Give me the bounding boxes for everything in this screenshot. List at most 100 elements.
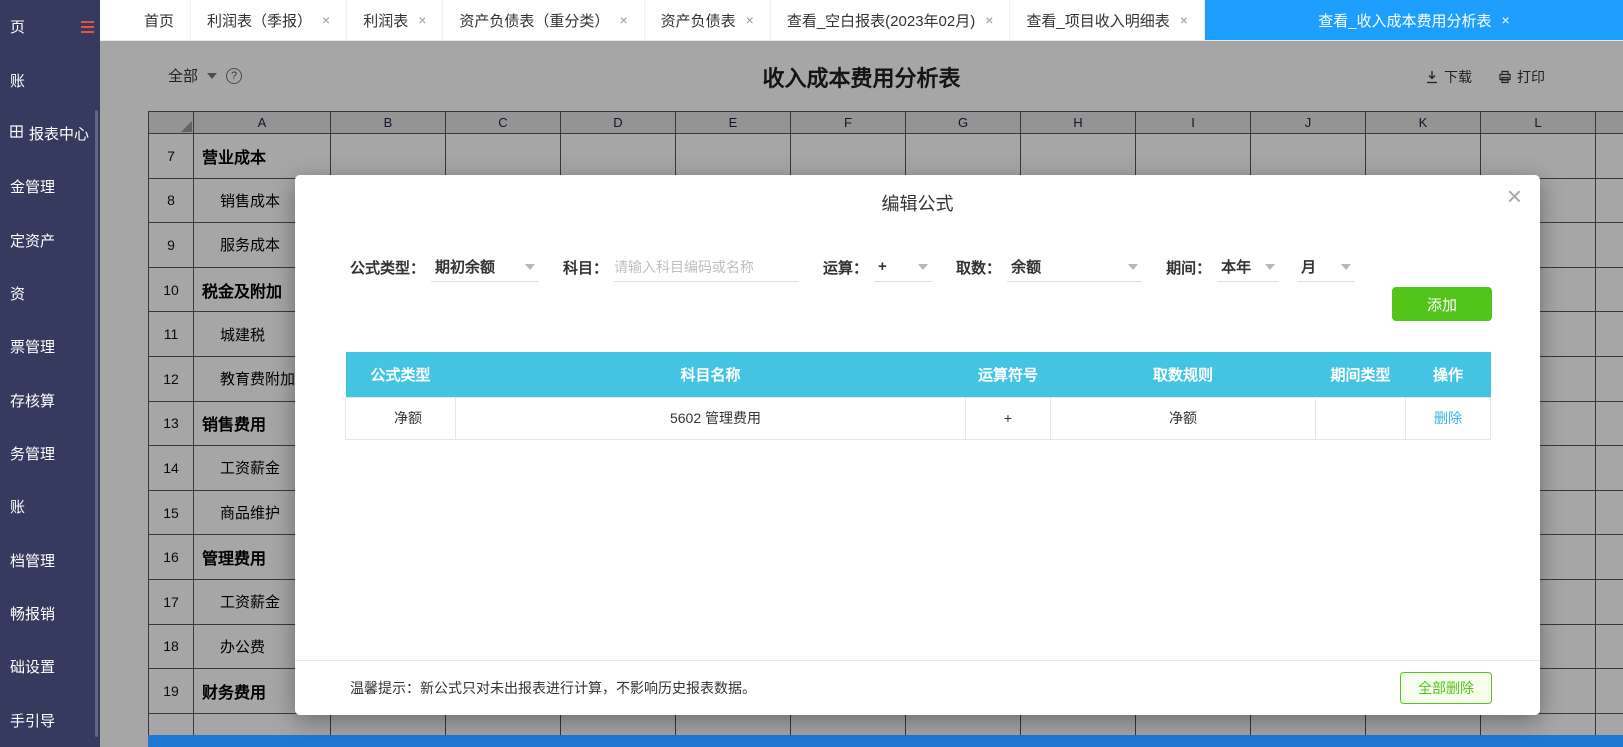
tab-close-icon[interactable]: × (619, 12, 627, 28)
sidebar-item-settings[interactable]: 础设置 (0, 640, 100, 693)
tab-income-cost-analysis[interactable]: 查看_收入成本费用分析表 × (1204, 0, 1623, 40)
header-period-type: 期间类型 (1315, 352, 1406, 397)
tab-label: 查看_收入成本费用分析表 (1318, 12, 1492, 30)
sidebar-item-invoices[interactable]: 票管理 (0, 320, 100, 373)
subject-input[interactable] (614, 252, 800, 282)
menu-icon[interactable] (81, 20, 94, 33)
dialog-footer: 温馨提示：新公式只对未出报表进行计算，不影响历史报表数据。 全部删除 (295, 660, 1540, 715)
tab-close-icon[interactable]: × (1180, 12, 1188, 28)
period-year-value: 本年 (1221, 259, 1252, 276)
content-area: 全部 ? 收入成本费用分析表 下载 打印 A B C D E F G H I J… (100, 41, 1623, 747)
sidebar-item-label: 资 (10, 285, 26, 303)
sidebar-item-payroll[interactable]: 资 (0, 267, 100, 320)
sidebar-item-home[interactable]: 页 (0, 0, 100, 53)
operator-select[interactable]: + (874, 252, 933, 282)
sidebar-item-report-center[interactable]: 报表中心 (0, 107, 100, 160)
tab-label: 资产负债表（重分类） (459, 12, 610, 30)
chevron-down-icon (525, 263, 536, 270)
app-window: 页 账 报表中心 金管理 定资产 资 票管理 存核算 务管理 账 档管理 畅报销… (0, 0, 1623, 747)
operator-label: 运算： (823, 259, 869, 277)
tab-bar: 首页 利润表（季报） × 利润表 × 资产负债表（重分类） × 资产负债表 × … (100, 0, 1623, 41)
subject-label: 科目： (563, 259, 609, 277)
sidebar-item-label: 报表中心 (29, 125, 90, 143)
header-subject-name: 科目名称 (455, 352, 966, 397)
tab-close-icon[interactable]: × (1502, 12, 1510, 28)
cell-subject-name: 5602 管理费用 (455, 396, 966, 440)
tab-label: 利润表（季报） (207, 12, 313, 30)
tab-close-icon[interactable]: × (322, 12, 330, 28)
chevron-down-icon (1341, 263, 1352, 270)
sidebar-item-tax[interactable]: 务管理 (0, 427, 100, 480)
chevron-down-icon (1128, 263, 1139, 270)
tip-text: 温馨提示：新公式只对未出报表进行计算，不影响历史报表数据。 (350, 680, 756, 696)
header-formula-type: 公式类型 (345, 352, 456, 397)
tab-label: 利润表 (363, 12, 409, 30)
add-button[interactable]: 添加 (1392, 287, 1492, 321)
tab-balance[interactable]: 资产负债表 × (645, 0, 771, 40)
sidebar-item-label: 账 (10, 499, 26, 517)
sidebar: 页 账 报表中心 金管理 定资产 资 票管理 存核算 务管理 账 档管理 畅报销… (0, 0, 100, 747)
period-month-value: 月 (1301, 259, 1317, 276)
tab-close-icon[interactable]: × (418, 12, 426, 28)
sidebar-item-inventory[interactable]: 存核算 (0, 373, 100, 426)
tab-label: 首页 (144, 12, 175, 30)
formula-type-value: 期初余额 (435, 259, 496, 276)
fetch-rule-select[interactable]: 余额 (1007, 252, 1143, 282)
sidebar-item-closing[interactable]: 账 (0, 480, 100, 533)
formula-table: 公式类型 科目名称 运算符号 取数规则 期间类型 操作 净额 5602 管理费用… (345, 352, 1491, 440)
sidebar-item-guide[interactable]: 手引导 (0, 693, 100, 746)
period-year-select[interactable]: 本年 (1217, 252, 1280, 282)
sidebar-item-expense[interactable]: 畅报销 (0, 587, 100, 640)
cell-fetch-rule: 净额 (1050, 396, 1316, 440)
tab-home[interactable]: 首页 (128, 0, 192, 40)
sidebar-item-label: 账 (10, 72, 26, 90)
sidebar-item-ledger[interactable]: 账 (0, 53, 100, 106)
cell-operator: + (965, 396, 1051, 440)
formula-table-header-row: 公式类型 科目名称 运算符号 取数规则 期间类型 操作 (345, 352, 1491, 397)
formula-table-row: 净额 5602 管理费用 + 净额 删除 (345, 396, 1491, 440)
operator-value: + (878, 258, 887, 275)
sidebar-item-archives[interactable]: 档管理 (0, 533, 100, 586)
header-action: 操作 (1405, 352, 1491, 397)
delete-link[interactable]: 删除 (1434, 410, 1462, 426)
tab-close-icon[interactable]: × (985, 12, 993, 28)
sidebar-item-label: 务管理 (10, 445, 56, 463)
sidebar-item-label: 页 (10, 19, 26, 37)
delete-all-button[interactable]: 全部删除 (1400, 672, 1492, 704)
chevron-down-icon (1265, 263, 1276, 270)
dialog-title: 编辑公式 (881, 194, 954, 214)
tab-profit[interactable]: 利润表 × (347, 0, 444, 40)
sidebar-item-label: 础设置 (10, 659, 56, 677)
tab-label: 查看_空白报表(2023年02月) (786, 12, 976, 30)
report-center-icon (10, 125, 23, 142)
fetch-label: 取数： (956, 259, 1002, 277)
cell-period-type (1315, 396, 1406, 440)
formula-type-select[interactable]: 期初余额 (431, 252, 540, 282)
close-icon[interactable]: × (1507, 183, 1522, 209)
formula-type-label: 公式类型： (350, 259, 426, 277)
tab-blank-report[interactable]: 查看_空白报表(2023年02月) × (771, 0, 1011, 40)
period-month-select[interactable]: 月 (1297, 252, 1356, 282)
sidebar-item-label: 存核算 (10, 392, 56, 410)
cell-formula-type: 净额 (345, 396, 456, 440)
fetch-rule-value: 余额 (1011, 259, 1042, 276)
header-operator: 运算符号 (965, 352, 1051, 397)
sidebar-item-label: 定资产 (10, 232, 56, 250)
tab-project-income-detail[interactable]: 查看_项目收入明细表 × (1010, 0, 1205, 40)
period-label: 期间： (1166, 259, 1212, 277)
tab-close-icon[interactable]: × (746, 12, 754, 28)
sidebar-item-label: 票管理 (10, 339, 56, 357)
edit-formula-dialog: 编辑公式 × 公式类型： 期初余额 科目： 运算： + 取数： 余额 (295, 175, 1540, 715)
tab-balance-reclassified[interactable]: 资产负债表（重分类） × (443, 0, 645, 40)
formula-form: 公式类型： 期初余额 科目： 运算： + 取数： 余额 期间： (350, 251, 1356, 283)
sidebar-item-funds[interactable]: 金管理 (0, 160, 100, 213)
sidebar-item-fixed-assets[interactable]: 定资产 (0, 213, 100, 266)
sidebar-item-label: 手引导 (10, 712, 56, 730)
sidebar-item-label: 档管理 (10, 552, 56, 570)
sidebar-item-label: 畅报销 (10, 605, 56, 623)
chevron-down-icon (918, 263, 929, 270)
tab-label: 资产负债表 (660, 12, 736, 30)
tab-profit-quarterly[interactable]: 利润表（季报） × (191, 0, 348, 40)
sidebar-item-label: 金管理 (10, 179, 56, 197)
horizontal-scrollbar[interactable] (148, 735, 1623, 747)
